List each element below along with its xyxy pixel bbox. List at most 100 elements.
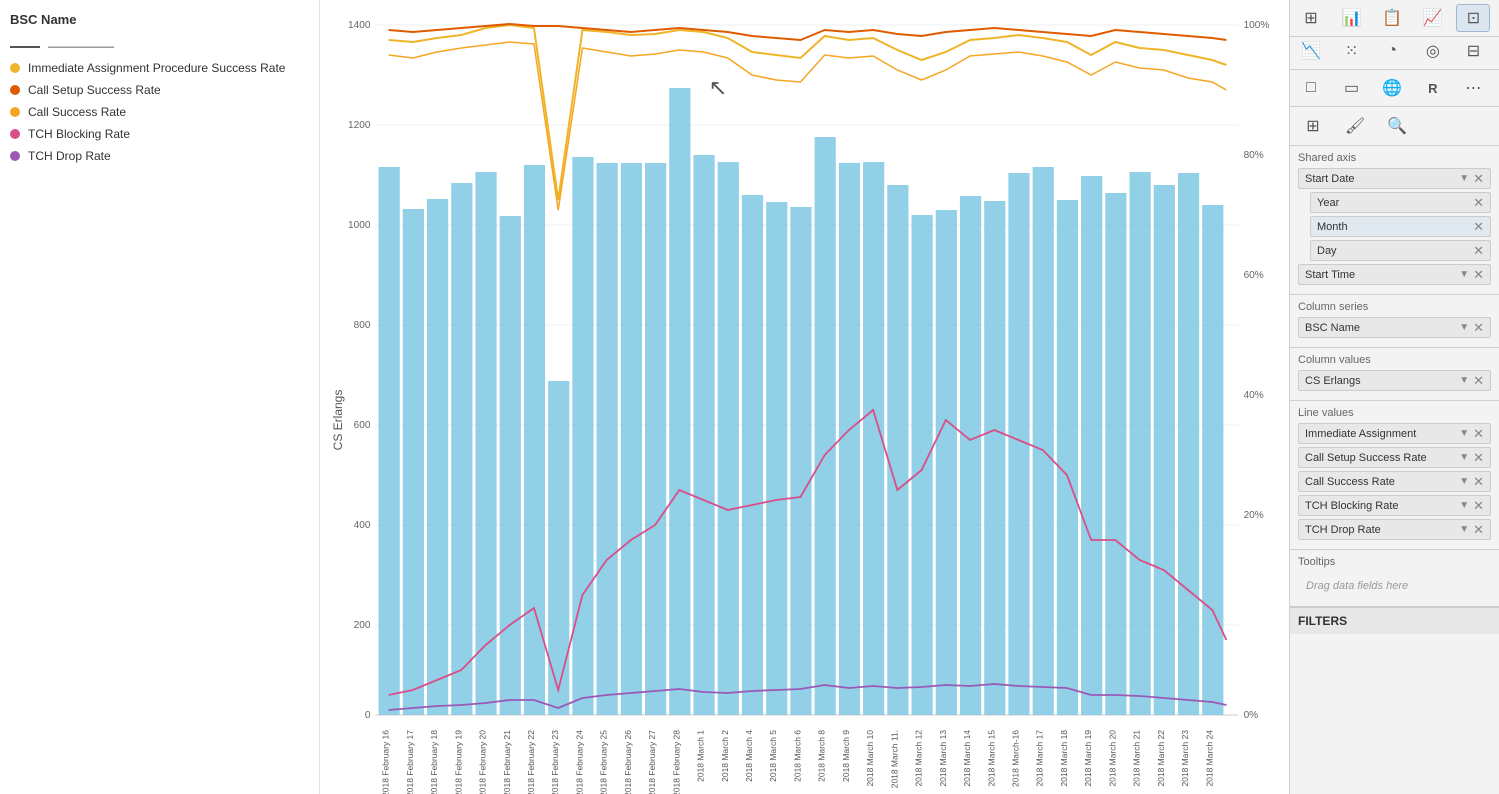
svg-text:1200: 1200 [348,120,371,131]
bsc-remove[interactable]: ✕ [1473,321,1484,334]
legend-bsc-item: —————— [10,41,309,53]
icon-line-chart[interactable]: 📈 [1416,4,1450,32]
cs-erlangs-chip[interactable]: CS Erlangs ▼ ✕ [1298,370,1491,391]
tch-drop-chip[interactable]: TCH Drop Rate ▼ ✕ [1298,519,1491,540]
year-chip[interactable]: Year ✕ [1310,192,1491,213]
day-remove[interactable]: ✕ [1473,244,1484,257]
month-chip[interactable]: Month ✕ [1310,216,1491,237]
tch-drop-field-label: TCH Drop Rate [1305,524,1381,536]
right-panel: ⊞ 📊 📋 📈 ⊡ 📉 ⁙ ◔ ◎ ⊟ □ ▭ 🌐 R ⋯ ⊞ 🖌 🔍 Shar… [1289,0,1499,794]
cs-remove[interactable]: ✕ [1473,374,1484,387]
legend-title: BSC Name [10,12,309,27]
x-axis-labels: 2018 February 16 2018 February 17 2018 F… [381,730,1215,794]
svg-text:2018 March 24: 2018 March 24 [1204,730,1214,787]
icon-analytics[interactable]: 🔍 [1378,111,1416,141]
svg-text:100%: 100% [1244,20,1270,31]
tch-blocking-chip[interactable]: TCH Blocking Rate ▼ ✕ [1298,495,1491,516]
svg-text:2018 February 24: 2018 February 24 [574,730,584,794]
icon-bar-chart[interactable]: 📊 [1335,4,1369,32]
icon-table-grid[interactable]: ⊞ [1294,4,1328,32]
tch-d-arrow: ▼ [1459,524,1469,535]
svg-text:2018 March 2: 2018 March 2 [720,730,730,782]
svg-text:2018 March 19: 2018 March 19 [1083,730,1093,787]
start-date-chip[interactable]: Start Date ▼ ✕ [1298,168,1491,189]
svg-text:2018 March 8: 2018 March 8 [817,730,827,782]
tooltips-label: Tooltips [1298,556,1491,568]
icon-area[interactable]: 📉 [1294,37,1328,65]
tch-d-remove[interactable]: ✕ [1473,523,1484,536]
svg-text:2018 February 21: 2018 February 21 [502,730,512,794]
bsc-name-chip[interactable]: BSC Name ▼ ✕ [1298,317,1491,338]
tooltips-section: Tooltips Drag data fields here [1290,550,1499,607]
svg-text:2018 March-16: 2018 March-16 [1010,730,1020,787]
start-time-chip[interactable]: Start Time ▼ ✕ [1298,264,1491,285]
svg-text:2018 February 19: 2018 February 19 [453,730,463,794]
legend-panel: BSC Name —————— Immediate Assignment Pro… [0,0,320,794]
month-remove[interactable]: ✕ [1473,220,1484,233]
call-success-rate-label: Call Success Rate [1305,476,1395,488]
line-values-section: Line values Immediate Assignment ▼ ✕ Cal… [1290,401,1499,550]
cssr-remove[interactable]: ✕ [1473,451,1484,464]
toolbar-row-1: ⊞ 📊 📋 📈 ⊡ [1290,0,1499,37]
start-date-remove[interactable]: ✕ [1473,172,1484,185]
year-remove[interactable]: ✕ [1473,196,1484,209]
bsc-name-label: BSC Name [1305,322,1360,334]
start-time-remove[interactable]: ✕ [1473,268,1484,281]
legend-dot-immediate [10,63,20,73]
svg-text:2018 March 23: 2018 March 23 [1180,730,1190,787]
icon-scatter[interactable]: ⁙ [1335,37,1369,65]
legend-immediate-assignment: Immediate Assignment Procedure Success R… [10,61,309,75]
legend-tch-drop: TCH Drop Rate [10,149,309,163]
ia-remove[interactable]: ✕ [1473,427,1484,440]
svg-text:2018 February 17: 2018 February 17 [405,730,415,794]
svg-text:20%: 20% [1244,510,1264,521]
tch-blocking-field-label: TCH Blocking Rate [1305,500,1399,512]
icon-donut[interactable]: ◎ [1416,37,1450,65]
column-series-label: Column series [1298,301,1491,313]
legend-call-setup: Call Setup Success Rate [10,83,309,97]
immediate-assignment-chip[interactable]: Immediate Assignment ▼ ✕ [1298,423,1491,444]
icon-combo-active active[interactable]: ⊡ [1456,4,1490,32]
call-setup-chip[interactable]: Call Setup Success Rate ▼ ✕ [1298,447,1491,468]
svg-text:600: 600 [354,420,371,431]
icon-kpi[interactable]: □ [1294,74,1328,102]
cursor-arrow: ↖ [709,75,728,100]
svg-text:2018 February 20: 2018 February 20 [478,730,488,794]
svg-text:40%: 40% [1244,390,1264,401]
svg-text:2018 March 21: 2018 March 21 [1132,730,1142,787]
svg-text:800: 800 [354,320,371,331]
legend-tch-blocking: TCH Blocking Rate [10,127,309,141]
toolbar-row-3: □ ▭ 🌐 R ⋯ [1290,70,1499,107]
svg-text:2018 March 1: 2018 March 1 [696,730,706,782]
svg-text:2018 February 22: 2018 February 22 [526,730,536,794]
svg-text:2018 March 4: 2018 March 4 [744,730,754,782]
ia-arrow: ▼ [1459,428,1469,439]
icon-more[interactable]: ⋯ [1456,74,1490,102]
cssr-arrow: ▼ [1459,452,1469,463]
icon-format[interactable]: 🖌 [1336,111,1374,141]
svg-text:2018 March 6: 2018 March 6 [792,730,802,782]
start-date-label: Start Date [1305,173,1355,185]
column-series-section: Column series BSC Name ▼ ✕ [1290,295,1499,348]
cs-arrow: ▼ [1459,375,1469,386]
icon-stacked-bar[interactable]: 📋 [1375,4,1409,32]
immediate-assignment-field-label: Immediate Assignment [1305,428,1416,440]
start-time-arrow: ▼ [1459,269,1469,280]
icon-r-visual[interactable]: R [1416,74,1450,102]
bars-group [379,88,1224,715]
icon-pie[interactable]: ◔ [1375,37,1409,65]
legend-label-call-success: Call Success Rate [28,105,126,119]
svg-text:2018 March 11.: 2018 March 11. [889,730,899,788]
csr-remove[interactable]: ✕ [1473,475,1484,488]
svg-text:2018 March 22: 2018 March 22 [1156,730,1166,787]
tch-b-remove[interactable]: ✕ [1473,499,1484,512]
icon-card[interactable]: ▭ [1335,74,1369,102]
icon-map[interactable]: 🌐 [1375,74,1409,102]
svg-text:2018 March 17: 2018 March 17 [1035,730,1045,787]
day-chip[interactable]: Day ✕ [1310,240,1491,261]
legend-dot-tch-blocking [10,129,20,139]
icon-treemap[interactable]: ⊟ [1456,37,1490,65]
svg-text:2018 February 28: 2018 February 28 [671,730,681,794]
call-success-rate-chip[interactable]: Call Success Rate ▼ ✕ [1298,471,1491,492]
icon-fields[interactable]: ⊞ [1294,111,1332,141]
